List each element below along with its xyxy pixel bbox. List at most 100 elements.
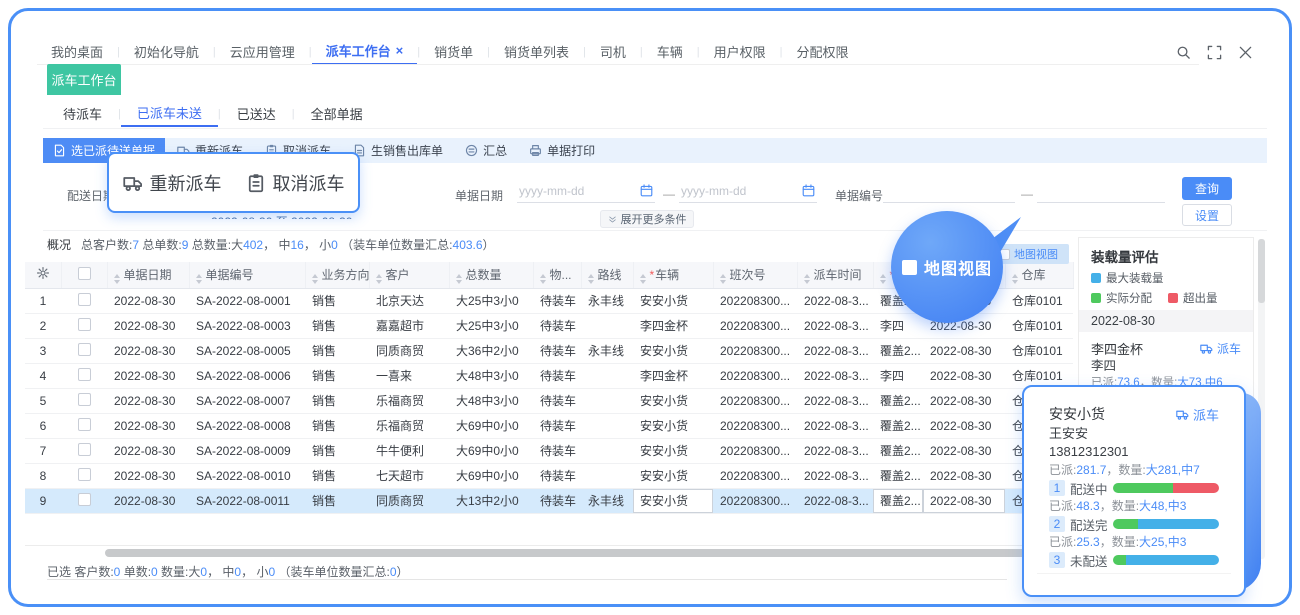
- page-tab-badge[interactable]: 派车工作台: [47, 64, 121, 95]
- settings-button[interactable]: 设置: [1182, 204, 1232, 226]
- table-row[interactable]: 5 2022-08-30 SA-2022-08-0007 销售 乐福商贸 大48中3小0 待…: [25, 388, 1073, 414]
- doc-no-from-input[interactable]: [883, 179, 1015, 202]
- map-view-magnifier-bubble[interactable]: 地图视图: [891, 211, 1003, 323]
- nav-tab-3[interactable]: 派车工作台 ×: [311, 39, 418, 64]
- fullscreen-icon[interactable]: [1207, 45, 1222, 60]
- col-header-shift_no[interactable]: 班次号: [713, 262, 798, 289]
- row-checkbox[interactable]: [77, 367, 91, 381]
- sub-tab-label: 待派车: [63, 107, 103, 122]
- sub-tab-1[interactable]: 已派车未送: [120, 101, 218, 127]
- scrollbar-thumb[interactable]: [1258, 239, 1265, 303]
- cell-status: 待装车: [533, 463, 581, 489]
- bar-index-badge: 3: [1049, 552, 1065, 568]
- col-header-status[interactable]: 物...: [533, 262, 582, 289]
- nav-tab-8[interactable]: 用户权限: [700, 39, 780, 64]
- cell-vehicle: 安安小货: [633, 488, 713, 514]
- row-checkbox[interactable]: [77, 467, 91, 481]
- col-header-order_no[interactable]: 单据编号: [189, 262, 306, 289]
- summary-icon: [465, 144, 478, 157]
- nav-tab-0[interactable]: 我的桌面: [37, 39, 117, 64]
- table-row[interactable]: 4 2022-08-30 SA-2022-08-0006 销售 一喜来 大48中3小0 待装…: [25, 363, 1073, 389]
- delivery-status-label: 未配送: [1070, 554, 1108, 569]
- nav-tab-1[interactable]: 初始化导航: [120, 39, 213, 64]
- table-row[interactable]: 6 2022-08-30 SA-2022-08-0008 销售 乐福商贸 大69中0小0 待…: [25, 413, 1073, 439]
- doc-no-to-input[interactable]: [1037, 179, 1165, 202]
- nav-tab-label: 我的桌面: [51, 45, 104, 60]
- select-all-checkbox[interactable]: [77, 266, 91, 280]
- col-header-label: 客户: [385, 267, 410, 282]
- row-checkbox[interactable]: [77, 317, 91, 331]
- row-checkbox[interactable]: [77, 492, 91, 506]
- divider: [43, 128, 1267, 129]
- row-checkbox[interactable]: [77, 292, 91, 306]
- legend-item: 最大装载量: [1091, 270, 1164, 286]
- row-checkbox-cell: [61, 288, 107, 314]
- clipboard-icon: [246, 173, 266, 193]
- col-header-label: 物...: [549, 267, 572, 282]
- nav-tab-5[interactable]: 销货单列表: [490, 39, 583, 64]
- calendar-icon[interactable]: [640, 184, 653, 197]
- table-row[interactable]: 8 2022-08-30 SA-2022-08-0010 销售 七天超市 大69中0小0 待…: [25, 463, 1073, 489]
- doc-date-to-input[interactable]: [679, 179, 817, 202]
- doc-date-from-input[interactable]: [517, 179, 655, 202]
- nav-tab-2[interactable]: 云应用管理: [216, 39, 309, 64]
- nav-tab-label: 销货单列表: [503, 45, 569, 60]
- col-header-date[interactable]: 单据日期: [107, 262, 190, 289]
- cell-driver: 覆盖2...: [873, 338, 923, 364]
- col-header-qty[interactable]: 总数量: [449, 262, 534, 289]
- divider: [43, 230, 1267, 231]
- calendar-icon[interactable]: [802, 184, 815, 197]
- table-row[interactable]: 7 2022-08-30 SA-2022-08-0009 销售 牛牛便利 大69中0小0 待…: [25, 438, 1073, 464]
- expand-more-conditions[interactable]: 展开更多条件: [600, 210, 694, 228]
- row-index-cell: 8: [25, 463, 61, 489]
- callout-item-redispatch-zoomed[interactable]: 重新派车: [122, 170, 222, 196]
- callout-item-label: 重新派车: [149, 173, 222, 194]
- close-tab-icon[interactable]: ×: [396, 43, 404, 58]
- nav-tab-6[interactable]: 司机: [586, 39, 640, 64]
- map-view-toggle[interactable]: 地图视图: [993, 244, 1069, 264]
- nav-tab-4[interactable]: 销货单: [420, 39, 487, 64]
- bar-segment-red: [1173, 483, 1219, 493]
- col-header-vehicle[interactable]: *车辆: [633, 262, 714, 289]
- col-header-route[interactable]: 路线: [581, 262, 634, 289]
- sub-tab-2[interactable]: 已送达: [221, 101, 292, 127]
- col-header-label: 单据日期: [123, 267, 172, 282]
- cell-shift_no: 202208300...: [713, 288, 797, 314]
- table-row[interactable]: 2 2022-08-30 SA-2022-08-0003 销售 嘉嘉超市 大25中3小0 待…: [25, 313, 1073, 339]
- sort-icon: [311, 273, 318, 284]
- map-view-checkbox-zoomed[interactable]: [901, 259, 917, 275]
- row-checkbox[interactable]: [77, 342, 91, 356]
- col-header-label: 总数量: [465, 267, 502, 282]
- toolbar-button-summarize[interactable]: 汇总: [455, 138, 517, 163]
- sub-tab-0[interactable]: 待派车: [47, 101, 118, 127]
- callout-item-cancel-dispatch-zoomed[interactable]: 取消派车: [246, 170, 345, 196]
- dispatch-link[interactable]: 派车: [1200, 340, 1241, 357]
- cell-vehicle: 李四金杯: [633, 363, 713, 389]
- driver-name: 王安安: [1049, 426, 1089, 441]
- search-button[interactable]: 查询: [1182, 177, 1232, 200]
- col-header-warehouse[interactable]: 仓库: [1005, 262, 1074, 289]
- cell-date: 2022-08-30: [107, 488, 189, 514]
- truck-icon: [122, 173, 143, 193]
- col-header-direction[interactable]: 业务方向: [305, 262, 370, 289]
- table-row[interactable]: 3 2022-08-30 SA-2022-08-0005 销售 同质商贸 大36中2小0 待…: [25, 338, 1073, 364]
- row-checkbox[interactable]: [77, 417, 91, 431]
- vehicle-detail-popup: 安安小货 派车 王安安 13812312301 已派:281.7，数量:大281,中7 1…: [1022, 385, 1246, 597]
- search-icon[interactable]: [1176, 45, 1191, 60]
- row-checkbox-cell: [61, 313, 107, 339]
- sort-icon: [113, 273, 120, 284]
- row-checkbox[interactable]: [77, 392, 91, 406]
- nav-tab-9[interactable]: 分配权限: [782, 39, 862, 64]
- close-icon[interactable]: [1238, 45, 1253, 60]
- table-row[interactable]: 9 2022-08-30 SA-2022-08-0011 销售 同质商贸 大13中2小0 待…: [25, 488, 1073, 514]
- horizontal-scrollbar[interactable]: [105, 549, 1039, 557]
- toolbar-button-print-doc[interactable]: 单据打印: [519, 138, 605, 163]
- row-checkbox[interactable]: [77, 442, 91, 456]
- col-header-customer[interactable]: 客户: [369, 262, 450, 289]
- vehicle-entry-header: 安安小货 派车: [1049, 403, 1219, 425]
- sub-tab-3[interactable]: 全部单据: [295, 101, 379, 127]
- col-header-dispatch_time[interactable]: 派车时间: [797, 262, 874, 289]
- nav-tab-7[interactable]: 车辆: [643, 39, 697, 64]
- cell-dispatch_time: 2022-08-3...: [797, 438, 873, 464]
- dispatch-link[interactable]: 派车: [1176, 405, 1219, 424]
